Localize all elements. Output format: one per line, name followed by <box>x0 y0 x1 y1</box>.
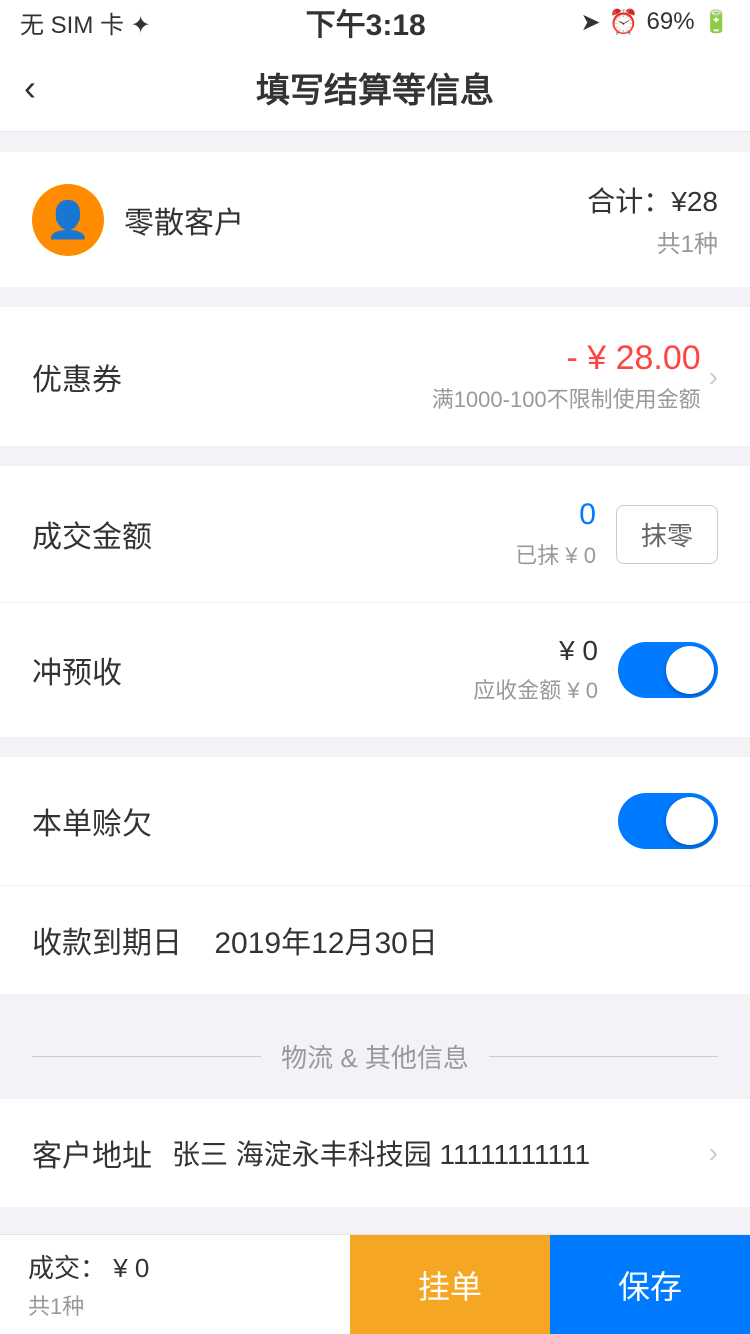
due-date-row: 收款到期日 2019年12月30日 <box>0 885 750 994</box>
sim-text: 无 SIM 卡 ✦ <box>20 5 151 40</box>
nav-bar: ‹ 填写结算等信息 <box>0 44 750 132</box>
save-button[interactable]: 保存 <box>550 1235 750 1334</box>
transaction-sub: 已抹 ¥ 0 <box>515 538 596 570</box>
status-time: 下午3:18 <box>306 0 426 44</box>
bottom-bar: 成交： ¥ 0 共1种 挂单 保存 <box>0 1234 750 1334</box>
transaction-row: 成交金额 0 已抹 ¥ 0 抹零 <box>0 466 750 603</box>
address-chevron-icon: › <box>709 1137 718 1169</box>
avatar-icon: 👤 <box>46 199 91 241</box>
prepayment-amount: ¥ 0 <box>473 635 598 667</box>
coupon-label: 优惠券 <box>32 355 122 399</box>
status-right: ➤ ⏰ 69% 🔋 <box>581 8 730 37</box>
prepayment-sub: 应收金额 ¥ 0 <box>473 673 598 705</box>
customer-left: 👤 零散客户 <box>32 184 244 256</box>
coupon-amount: - ¥ 28.00 <box>432 339 701 378</box>
debit-toggle[interactable] <box>618 793 718 849</box>
alarm-icon: ⏰ <box>609 8 639 37</box>
content-area: 👤 零散客户 合计：¥28 共1种 优惠券 - ¥ 28.00 满1000-10… <box>0 152 750 1327</box>
coupon-info: - ¥ 28.00 满1000-100不限制使用金额 <box>432 339 701 414</box>
transaction-value-col: 0 已抹 ¥ 0 <box>515 498 596 570</box>
back-button[interactable]: ‹ <box>24 67 36 109</box>
customer-right: 合计：¥28 共1种 <box>587 180 718 259</box>
status-bar: 无 SIM 卡 ✦ 下午3:18 ➤ ⏰ 69% 🔋 <box>0 0 750 44</box>
due-date-label: 收款到期日 <box>32 927 182 960</box>
total-amount: 合计：¥28 <box>587 180 718 220</box>
page-title: 填写结算等信息 <box>256 63 494 112</box>
due-date-value: 2019年12月30日 <box>214 927 437 960</box>
bottom-deal-amount: 成交： ¥ 0 <box>28 1248 322 1285</box>
prepayment-row: 冲预收 ¥ 0 应收金额 ¥ 0 <box>0 603 750 737</box>
pending-button[interactable]: 挂单 <box>350 1235 550 1334</box>
transaction-card: 成交金额 0 已抹 ¥ 0 抹零 冲预收 ¥ 0 应收金额 ¥ 0 <box>0 466 750 737</box>
debit-row: 本单赊欠 <box>0 757 750 885</box>
toggle-knob <box>666 646 714 694</box>
address-card[interactable]: 客户地址 张三 海淀永丰科技园 11111111111 › <box>0 1099 750 1207</box>
logistics-line-right <box>489 1056 718 1057</box>
address-value: 张三 海淀永丰科技园 11111111111 <box>172 1133 709 1173</box>
bottom-info: 成交： ¥ 0 共1种 <box>0 1235 350 1334</box>
battery-text: 69% <box>647 8 695 36</box>
debit-toggle-knob <box>666 797 714 845</box>
avatar: 👤 <box>32 184 104 256</box>
debit-card: 本单赊欠 收款到期日 2019年12月30日 <box>0 757 750 994</box>
round-zero-button[interactable]: 抹零 <box>616 505 718 564</box>
chevron-right-icon: › <box>709 361 718 393</box>
status-left: 无 SIM 卡 ✦ <box>20 5 151 40</box>
address-label: 客户地址 <box>32 1131 152 1175</box>
customer-card: 👤 零散客户 合计：¥28 共1种 <box>0 152 750 287</box>
coupon-right: - ¥ 28.00 满1000-100不限制使用金额 › <box>432 339 718 414</box>
prepayment-right: ¥ 0 应收金额 ¥ 0 <box>473 635 718 705</box>
customer-row: 👤 零散客户 合计：¥28 共1种 <box>0 152 750 287</box>
debit-label: 本单赊欠 <box>32 799 152 843</box>
logistics-text: 物流 & 其他信息 <box>281 1038 469 1075</box>
prepayment-toggle[interactable] <box>618 642 718 698</box>
navigation-icon: ➤ <box>581 8 601 37</box>
coupon-row[interactable]: 优惠券 - ¥ 28.00 满1000-100不限制使用金额 › <box>0 307 750 446</box>
prepayment-value-col: ¥ 0 应收金额 ¥ 0 <box>473 635 598 705</box>
logistics-header: 物流 & 其他信息 <box>0 1014 750 1099</box>
prepayment-label: 冲预收 <box>32 648 122 692</box>
transaction-right: 0 已抹 ¥ 0 抹零 <box>515 498 718 570</box>
logistics-line-left <box>32 1056 261 1057</box>
bottom-deal-count: 共1种 <box>28 1289 322 1321</box>
coupon-card: 优惠券 - ¥ 28.00 满1000-100不限制使用金额 › <box>0 307 750 446</box>
customer-name: 零散客户 <box>124 198 244 242</box>
battery-icon: 🔋 <box>703 9 730 35</box>
total-count: 共1种 <box>587 224 718 259</box>
coupon-desc: 满1000-100不限制使用金额 <box>432 382 701 414</box>
transaction-label: 成交金额 <box>32 512 152 556</box>
transaction-value: 0 <box>515 498 596 532</box>
